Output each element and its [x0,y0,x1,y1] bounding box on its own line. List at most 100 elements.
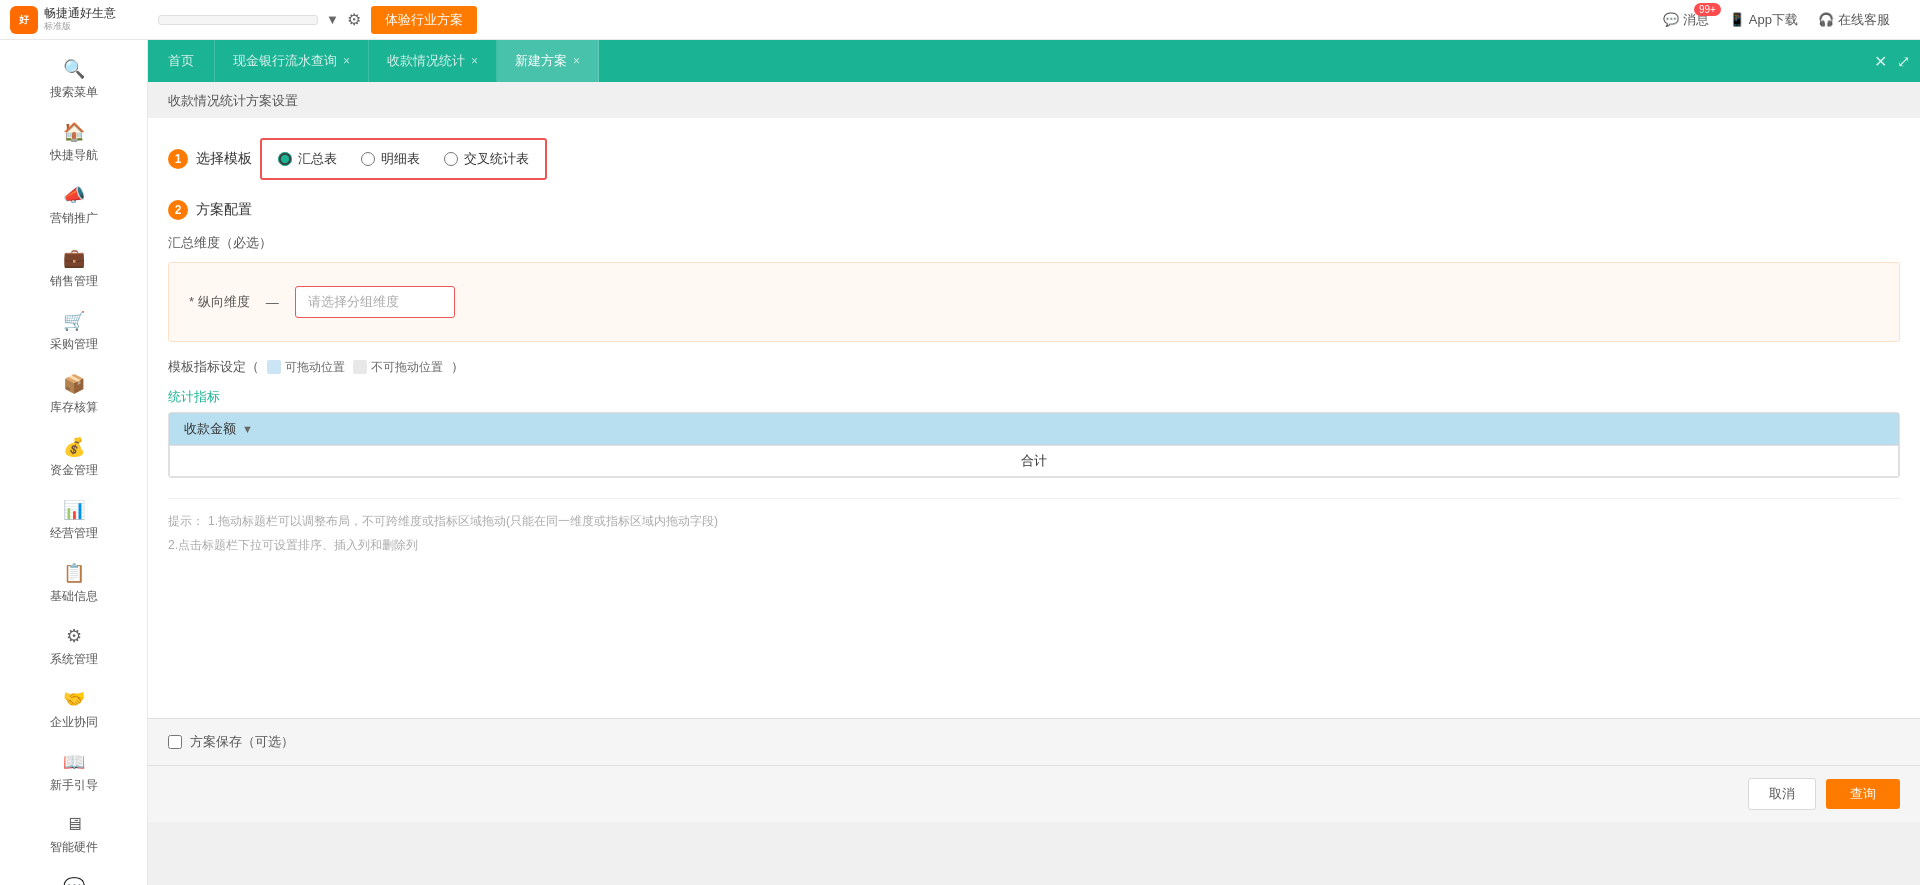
query-button[interactable]: 查询 [1826,779,1900,809]
tip-line-2: 2.点击标题栏下拉可设置排序、插入列和删除列 [168,533,1900,557]
sidebar-item-wechat[interactable]: 💬 企业微信 [0,866,147,885]
tips-prefix: 提示： [168,509,204,533]
message-item[interactable]: 💬 消息 99+ [1663,11,1709,29]
sidebar-item-hardware[interactable]: 🖥 智能硬件 [0,804,147,866]
sales-icon: 💼 [63,247,85,269]
step2-header: 2 方案配置 [168,200,1900,220]
tab-new-plan-close[interactable]: × [573,54,580,68]
sidebar-label-enterprise: 企业协同 [50,714,98,731]
tab-receipt-stats[interactable]: 收款情况统计 × [369,40,497,82]
metrics-header-label: 模板指标设定（ [168,358,259,376]
inventory-icon: 📦 [63,373,85,395]
save-checkbox[interactable] [168,735,182,749]
summary-dimension-label: 汇总维度（必选） [168,234,1900,252]
legend-non-drag-color [353,360,367,374]
tab-receipt-stats-label: 收款情况统计 [387,52,465,70]
cancel-button[interactable]: 取消 [1748,778,1816,810]
metrics-group-label: 统计指标 [168,388,1900,406]
metrics-header: 模板指标设定（ 可拖动位置 不可拖动位置 ） [168,358,1900,376]
trial-button[interactable]: 体验行业方案 [371,6,477,34]
sidebar-label-guide: 新手引导 [50,777,98,794]
sidebar-label-hardware: 智能硬件 [50,839,98,856]
dimension-placeholder: 请选择分组维度 [308,294,399,309]
legend-draggable: 可拖动位置 [267,359,345,376]
main-layout: 🔍 搜索菜单 🏠 快捷导航 📣 营销推广 💼 销售管理 🛒 采购管理 📦 库存核… [0,40,1920,885]
radio-summary-input[interactable] [278,152,292,166]
bottom-bar: 取消 查询 [148,765,1920,822]
metrics-section: 模板指标设定（ 可拖动位置 不可拖动位置 ） [168,358,1900,478]
wechat-icon: 💬 [63,876,85,885]
sidebar-item-sales[interactable]: 💼 销售管理 [0,237,147,300]
header-dropdown-icon[interactable]: ▼ [326,12,339,27]
sidebar-item-nav[interactable]: 🏠 快捷导航 [0,111,147,174]
finance-icon: 💰 [63,436,85,458]
legend-non-drag-label: 不可拖动位置 [371,359,443,376]
sidebar-label-search: 搜索菜单 [50,84,98,101]
sidebar: 🔍 搜索菜单 🏠 快捷导航 📣 营销推广 💼 销售管理 🛒 采购管理 📦 库存核… [0,40,148,885]
radio-detail[interactable]: 明细表 [361,150,420,168]
sidebar-item-management[interactable]: 📊 经营管理 [0,489,147,552]
tip2-text: 2.点击标题栏下拉可设置排序、插入列和删除列 [168,533,418,557]
template-options: 汇总表 明细表 交叉统计表 [260,138,547,180]
metric-dropdown-icon[interactable]: ▼ [242,423,253,435]
metrics-cell-total: 合计 [169,445,1899,477]
sidebar-label-inventory: 库存核算 [50,399,98,416]
tips-section: 提示： 1.拖动标题栏可以调整布局，不可跨维度或指标区域拖动(只能在同一维度或指… [168,498,1900,567]
sidebar-item-enterprise[interactable]: 🤝 企业协同 [0,678,147,741]
metric-sub: 合计 [1021,453,1047,468]
tab-close-window-icon[interactable]: ✕ [1874,52,1887,71]
header-right: 💬 消息 99+ 📱 App下载 🎧 在线客服 [1663,11,1910,29]
tab-maximize-icon[interactable]: ⤢ [1897,52,1910,71]
tab-new-plan-label: 新建方案 [515,52,567,70]
tip-line-1: 提示： 1.拖动标题栏可以调整布局，不可跨维度或指标区域拖动(只能在同一维度或指… [168,509,1900,533]
sidebar-label-sales: 销售管理 [50,273,98,290]
page-title-bar: 收款情况统计方案设置 [148,82,1920,118]
sidebar-item-guide[interactable]: 📖 新手引导 [0,741,147,804]
tab-cash-flow-label: 现金银行流水查询 [233,52,337,70]
service-item[interactable]: 🎧 在线客服 [1818,11,1890,29]
enterprise-icon: 🤝 [63,688,85,710]
metric-name: 收款金额 [184,420,236,438]
tab-receipt-stats-close[interactable]: × [471,54,478,68]
app-logo-icon: 好 [10,6,38,34]
radio-cross-input[interactable] [444,152,458,166]
tab-new-plan[interactable]: 新建方案 × [497,40,599,82]
service-icon: 🎧 [1818,12,1834,27]
sidebar-item-search[interactable]: 🔍 搜索菜单 [0,48,147,111]
radio-detail-input[interactable] [361,152,375,166]
sidebar-item-system[interactable]: ⚙ 系统管理 [0,615,147,678]
page-content: 收款情况统计方案设置 1 选择模板 汇总表 [148,82,1920,885]
step2-number: 2 [168,200,188,220]
download-item[interactable]: 📱 App下载 [1729,11,1798,29]
step1-header: 1 选择模板 汇总表 明细表 [168,138,1900,180]
sidebar-item-inventory[interactable]: 📦 库存核算 [0,363,147,426]
tip1-text: 1.拖动标题栏可以调整布局，不可跨维度或指标区域拖动(只能在同一维度或指标区域内… [208,509,718,533]
hardware-icon: 🖥 [65,814,83,835]
legend-draggable-label: 可拖动位置 [285,359,345,376]
header-search-box[interactable] [158,15,318,25]
sidebar-item-purchase[interactable]: 🛒 采购管理 [0,300,147,363]
app-name: 畅捷通好生意 [44,6,116,20]
vertical-dimension-label: * 纵向维度 [189,293,250,311]
radio-cross[interactable]: 交叉统计表 [444,150,529,168]
tab-home[interactable]: 首页 [148,40,215,82]
tab-home-label: 首页 [168,52,194,70]
header-search-area: ▼ ⚙ [158,10,361,29]
content-area: 首页 现金银行流水查询 × 收款情况统计 × 新建方案 × ✕ ⤢ [148,40,1920,885]
sidebar-item-basic[interactable]: 📋 基础信息 [0,552,147,615]
step1-title: 选择模板 [196,150,252,168]
settings-icon[interactable]: ⚙ [347,10,361,29]
tab-cash-flow-close[interactable]: × [343,54,350,68]
sidebar-item-marketing[interactable]: 📣 营销推广 [0,174,147,237]
sidebar-item-finance[interactable]: 💰 资金管理 [0,426,147,489]
step2-title: 方案配置 [196,201,252,219]
dimension-select[interactable]: 请选择分组维度 [295,286,455,318]
purchase-icon: 🛒 [63,310,85,332]
metrics-cell-amount[interactable]: 收款金额 ▼ [169,413,1899,445]
sidebar-label-purchase: 采购管理 [50,336,98,353]
home-icon: 🏠 [63,121,85,143]
sidebar-label-basic: 基础信息 [50,588,98,605]
radio-summary[interactable]: 汇总表 [278,150,337,168]
tab-cash-flow[interactable]: 现金银行流水查询 × [215,40,369,82]
message-icon: 💬 [1663,12,1679,27]
